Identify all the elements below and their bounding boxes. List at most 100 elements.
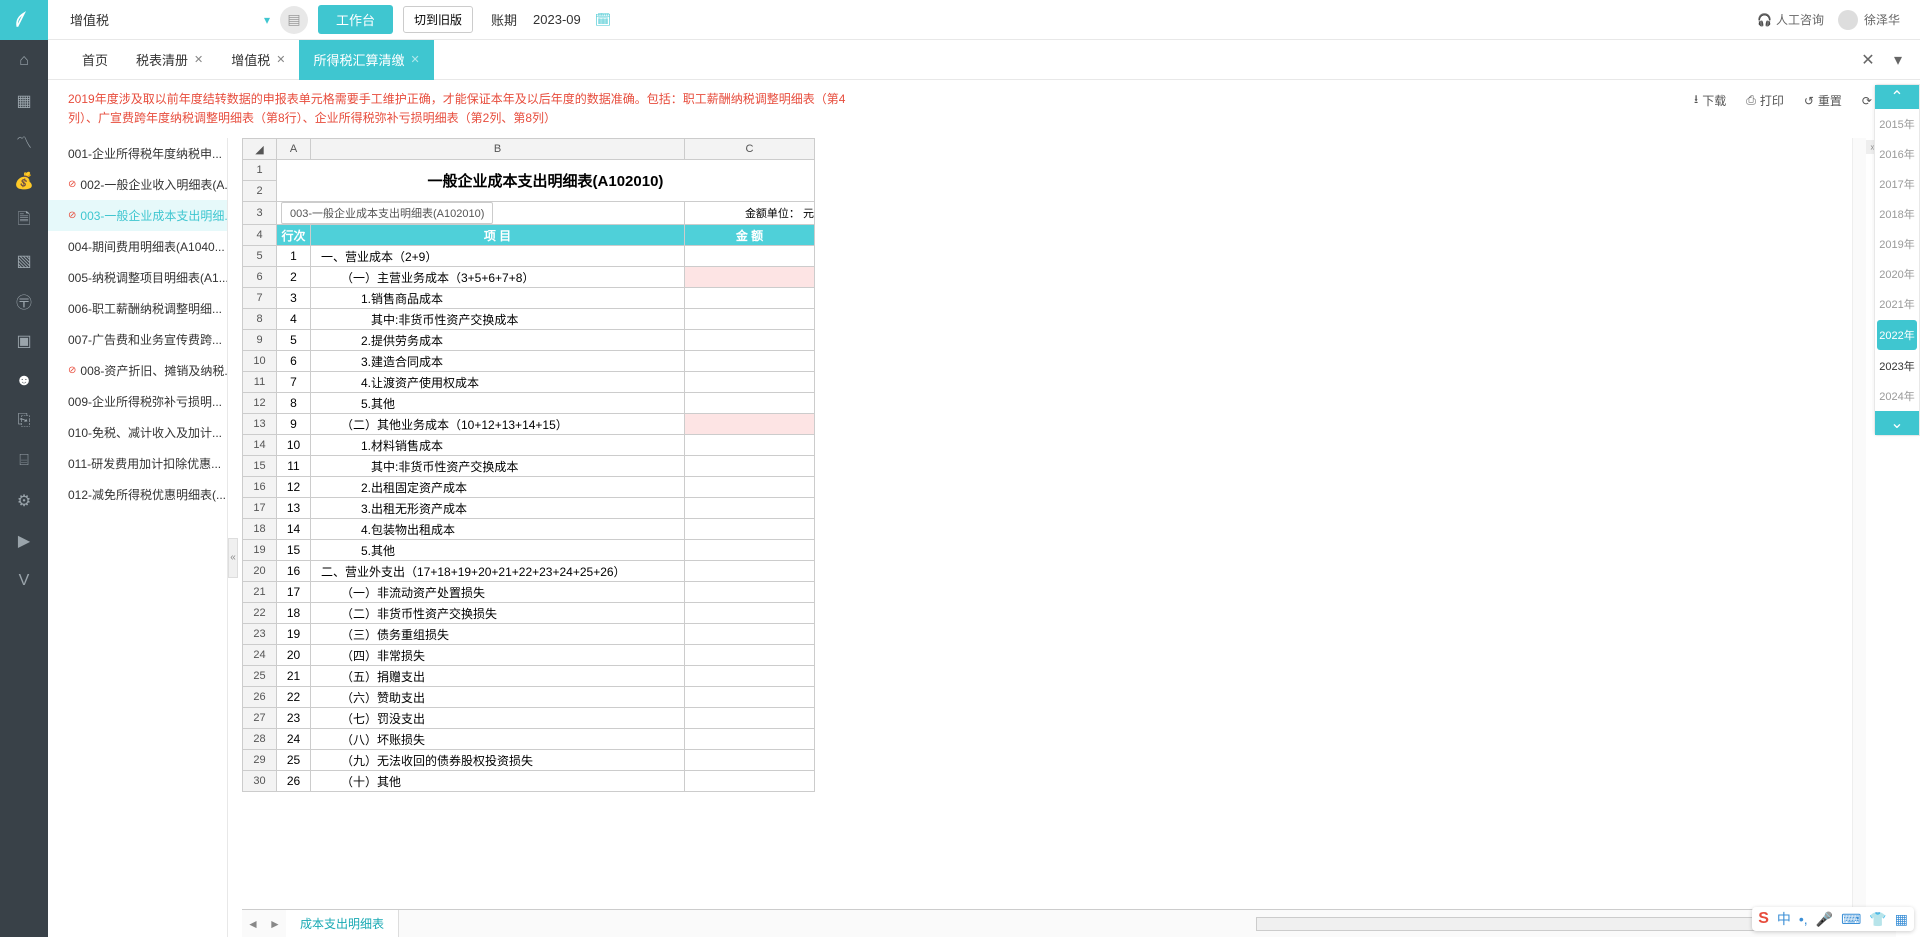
workbench-button[interactable]: 工作台 — [318, 5, 393, 34]
sheet-list-item[interactable]: 009-企业所得税弥补亏损明... — [48, 386, 227, 417]
col-header-c[interactable]: C — [685, 139, 815, 160]
cell-item[interactable]: （六）赞助支出 — [311, 687, 685, 708]
cell-line[interactable]: 2 — [277, 267, 311, 288]
tab-2[interactable]: 增值税✕ — [217, 40, 299, 80]
cell-item[interactable]: 二、营业外支出（17+18+19+20+21+22+23+24+25+26） — [311, 561, 685, 582]
row-header[interactable]: 28 — [243, 729, 277, 750]
cell-item[interactable]: 2.提供劳务成本 — [311, 330, 685, 351]
cell-item[interactable]: （四）非常损失 — [311, 645, 685, 666]
cell-line[interactable]: 9 — [277, 414, 311, 435]
cell-item[interactable]: （九）无法收回的债券股权投资损失 — [311, 750, 685, 771]
user-menu[interactable]: 徐泽华 — [1838, 10, 1900, 30]
year-item[interactable]: 2022年 — [1877, 320, 1917, 350]
row-header[interactable]: 20 — [243, 561, 277, 582]
sheet-list-item[interactable]: ⊘002-一般企业收入明细表(A... — [48, 169, 227, 200]
cell-amount[interactable] — [685, 582, 815, 603]
cell-amount[interactable] — [685, 687, 815, 708]
cell-amount[interactable] — [685, 288, 815, 309]
ime-keyboard-icon[interactable]: ⌨ — [1841, 911, 1861, 928]
cell-line[interactable]: 21 — [277, 666, 311, 687]
cell-amount[interactable] — [685, 540, 815, 561]
nav-money-icon[interactable]: 💰 — [13, 170, 35, 192]
calendar-icon[interactable]: 🗓 — [595, 12, 612, 28]
cell-item[interactable]: 5.其他 — [311, 393, 685, 414]
row-header[interactable]: 6 — [243, 267, 277, 288]
app-logo[interactable] — [0, 0, 48, 40]
row-header[interactable]: 11 — [243, 372, 277, 393]
cell-item[interactable]: （一）主营业务成本（3+5+6+7+8） — [311, 267, 685, 288]
row-header[interactable]: 18 — [243, 519, 277, 540]
close-icon[interactable]: ✕ — [411, 53, 420, 66]
sheet-list-item[interactable]: 005-纳税调整项目明细表(A1... — [48, 262, 227, 293]
col-header-b[interactable]: B — [311, 139, 685, 160]
row-header[interactable]: 7 — [243, 288, 277, 309]
row-header[interactable]: 21 — [243, 582, 277, 603]
row-header[interactable]: 10 — [243, 351, 277, 372]
cell-item[interactable]: 1.材料销售成本 — [311, 435, 685, 456]
row-header[interactable]: 29 — [243, 750, 277, 771]
cell-item[interactable]: 2.出租固定资产成本 — [311, 477, 685, 498]
ime-toolbox-icon[interactable]: ▦ — [1895, 911, 1908, 928]
ime-toolbar[interactable]: S 中 •, 🎤 ⌨ 👕 ▦ — [1752, 907, 1914, 931]
row-header[interactable]: 5 — [243, 246, 277, 267]
cell-line[interactable]: 4 — [277, 309, 311, 330]
cell-amount[interactable] — [685, 771, 815, 792]
cell-line[interactable]: 13 — [277, 498, 311, 519]
ime-punct-icon[interactable]: •, — [1799, 911, 1808, 927]
cell-amount[interactable] — [685, 561, 815, 582]
year-item[interactable]: 2019年 — [1875, 229, 1919, 259]
year-item[interactable]: 2023年 — [1875, 351, 1919, 381]
close-icon[interactable]: ✕ — [194, 53, 203, 66]
cell-line[interactable]: 14 — [277, 519, 311, 540]
download-button[interactable]: ⭳下载 — [1694, 90, 1726, 111]
row-header[interactable]: 12 — [243, 393, 277, 414]
nav-chart-icon[interactable]: 〽 — [13, 130, 35, 152]
sheet-list-item[interactable]: 006-职工薪酬纳税调整明细... — [48, 293, 227, 324]
cell-amount[interactable] — [685, 414, 815, 435]
cell-item[interactable]: 其中:非货币性资产交换成本 — [311, 456, 685, 477]
tab-1[interactable]: 税表清册✕ — [122, 40, 217, 80]
cell-line[interactable]: 25 — [277, 750, 311, 771]
cell-line[interactable]: 26 — [277, 771, 311, 792]
cell-line[interactable]: 10 — [277, 435, 311, 456]
cell-line[interactable]: 22 — [277, 687, 311, 708]
nav-home-icon[interactable]: ⌂ — [13, 50, 35, 72]
cell-line[interactable]: 17 — [277, 582, 311, 603]
nav-archive-icon[interactable]: ⌸ — [13, 450, 35, 472]
row-header[interactable]: 22 — [243, 603, 277, 624]
row-header[interactable]: 27 — [243, 708, 277, 729]
cell-item[interactable]: （七）罚没支出 — [311, 708, 685, 729]
cell-amount[interactable] — [685, 729, 815, 750]
year-up-icon[interactable]: ⌃ — [1875, 85, 1919, 109]
cell-line[interactable]: 3 — [277, 288, 311, 309]
row-header[interactable]: 19 — [243, 540, 277, 561]
cell-item[interactable]: 一、营业成本（2+9） — [311, 246, 685, 267]
tab-3[interactable]: 所得税汇算清缴✕ — [299, 40, 433, 80]
cell-item[interactable]: 5.其他 — [311, 540, 685, 561]
document-icon-button[interactable]: ▤ — [280, 6, 308, 34]
nav-tax-icon[interactable]: ☻ — [13, 370, 35, 392]
sheet-list-item[interactable]: 001-企业所得税年度纳税申... — [48, 138, 227, 169]
cell-item[interactable]: （五）捐赠支出 — [311, 666, 685, 687]
nav-ledger-icon[interactable]: ▦ — [13, 90, 35, 112]
cell-amount[interactable] — [685, 666, 815, 687]
reset-button[interactable]: ↺重置 — [1804, 90, 1842, 111]
cell-line[interactable]: 18 — [277, 603, 311, 624]
row-header[interactable]: 8 — [243, 309, 277, 330]
year-item[interactable]: 2020年 — [1875, 259, 1919, 289]
year-item[interactable]: 2017年 — [1875, 169, 1919, 199]
sheet-list-item[interactable]: 004-期间费用明细表(A1040... — [48, 231, 227, 262]
spreadsheet-grid[interactable]: ◢ A B C 1一般企业成本支出明细表(A102010) 2 3003-一般企… — [242, 138, 815, 792]
row-header[interactable]: 16 — [243, 477, 277, 498]
cell-amount[interactable] — [685, 267, 815, 288]
col-header-a[interactable]: A — [277, 139, 311, 160]
company-selector[interactable]: 增值税 ▾ — [70, 10, 270, 29]
year-item[interactable]: 2018年 — [1875, 199, 1919, 229]
year-item[interactable]: 2016年 — [1875, 139, 1919, 169]
row-header[interactable]: 24 — [243, 645, 277, 666]
row-header[interactable]: 26 — [243, 687, 277, 708]
year-item[interactable]: 2024年 — [1875, 381, 1919, 411]
cell-amount[interactable] — [685, 645, 815, 666]
cell-amount[interactable] — [685, 456, 815, 477]
nav-calendar-icon[interactable]: ▣ — [13, 330, 35, 352]
